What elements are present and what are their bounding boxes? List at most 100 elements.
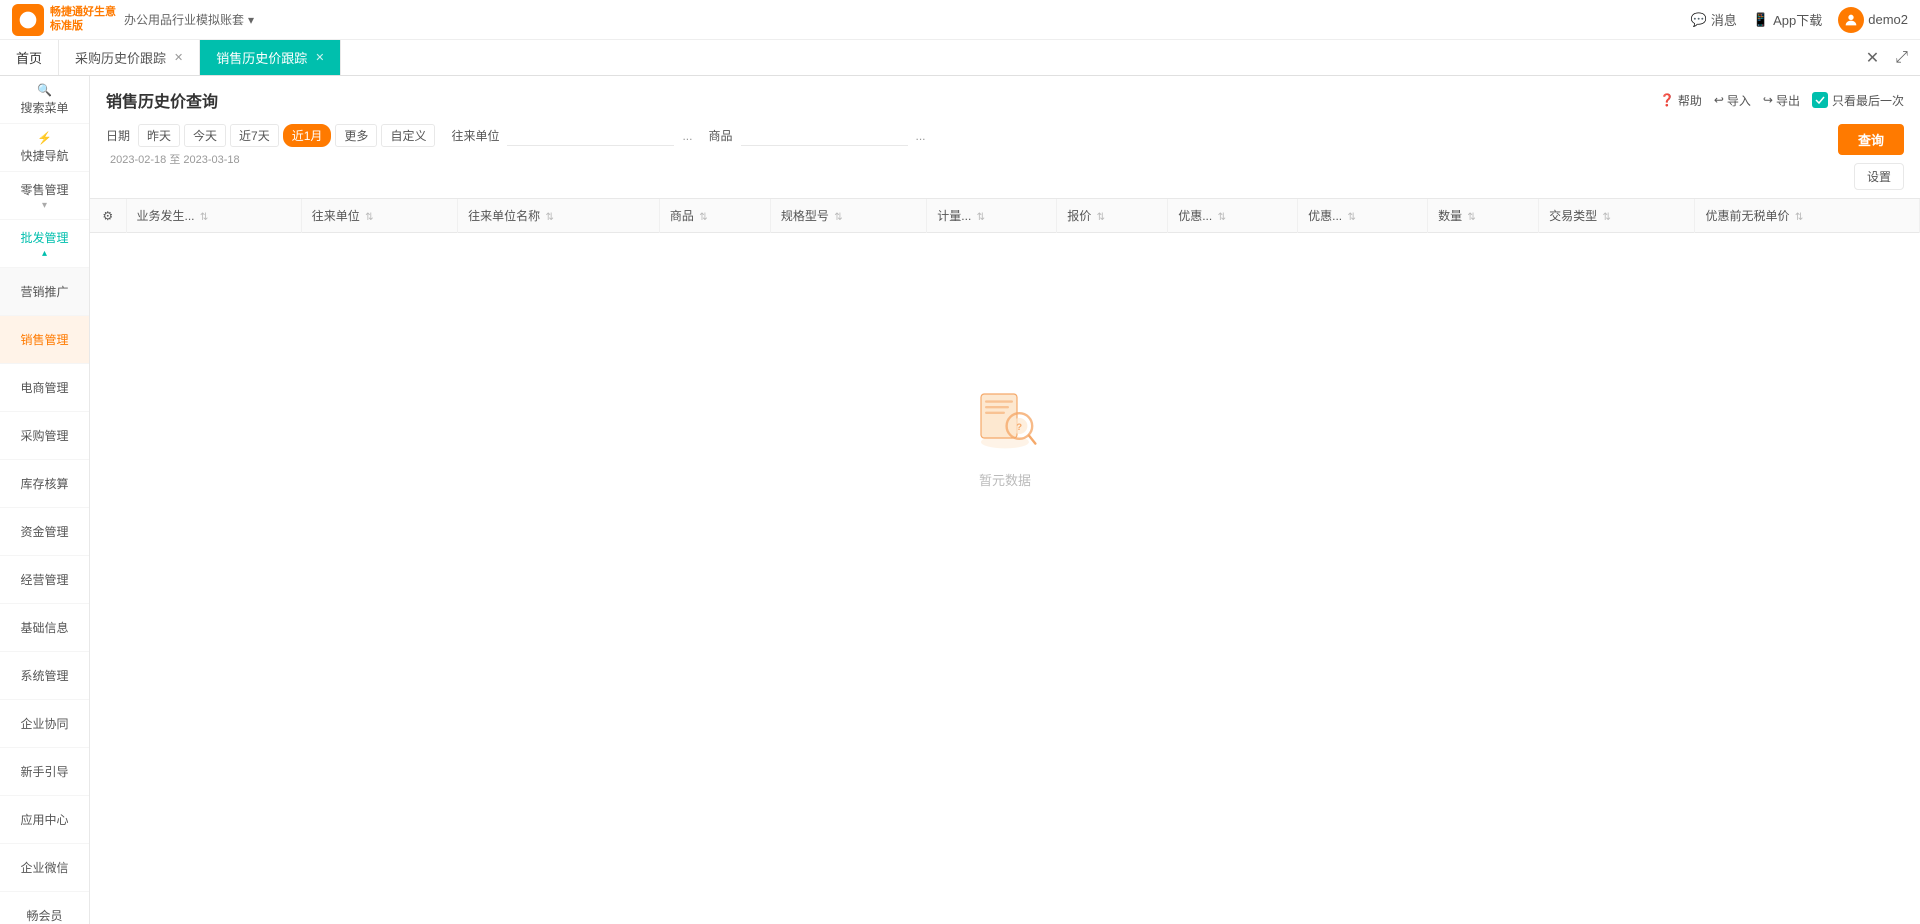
sidebar-item-wholesale-mgmt[interactable]: 批发管理 ▴ <box>0 220 89 268</box>
th-discount1-label: 优惠... <box>1178 209 1212 223</box>
th-spec-label: 规格型号 <box>781 209 829 223</box>
sidebar-item-enterprise[interactable]: 企业协同 <box>0 700 89 748</box>
tab-sales-history[interactable]: 销售历史价跟踪 ✕ <box>200 40 341 75</box>
date-range-text: 2023-02-18 至 2023-03-18 <box>110 151 240 167</box>
th-partner-name[interactable]: 往来单位名称 ⇅ <box>458 199 660 233</box>
sort-arrows-biz-date: ⇅ <box>200 212 208 223</box>
table-area: ⚙ 业务发生... ⇅ 往来单位 ⇅ 往来单位名称 ⇅ <box>90 199 1920 924</box>
sidebar-label-ecommerce: 电商管理 <box>20 379 68 396</box>
close-tab-btn[interactable]: ✕ <box>1862 44 1883 72</box>
date-btn-more[interactable]: 更多 <box>335 124 377 147</box>
help-btn[interactable]: ❓ 帮助 <box>1660 92 1702 109</box>
maximize-btn[interactable]: ⤢ <box>1891 45 1912 71</box>
date-btn-yesterday[interactable]: 昨天 <box>138 124 180 147</box>
sidebar-item-members[interactable]: 畅会员 <box>0 892 89 924</box>
sidebar-label-wholesale-mgmt: 批发管理 <box>20 229 68 246</box>
sidebar-item-basic-info[interactable]: 基础信息 <box>0 604 89 652</box>
sidebar-item-sales-mgmt[interactable]: 销售管理 <box>0 316 89 364</box>
date-btn-1month[interactable]: 近1月 <box>283 124 332 147</box>
th-goods[interactable]: 商品 ⇅ <box>659 199 770 233</box>
filter-left: 日期 昨天 今天 近7天 近1月 更多 自定义 往来单位 <box>106 124 1838 167</box>
import-btn[interactable]: ↩ 导入 <box>1714 92 1751 109</box>
sidebar-item-quick-nav[interactable]: ⚡ 快捷导航 <box>0 124 89 172</box>
sidebar-item-inventory[interactable]: 库存核算 <box>0 460 89 508</box>
date-btn-custom[interactable]: 自定义 <box>381 124 435 147</box>
app-download-btn[interactable]: 📱 App下载 <box>1753 10 1822 29</box>
logo-icon <box>12 4 44 36</box>
sidebar-item-wechat[interactable]: 企业微信 <box>0 844 89 892</box>
tab-purchase-close[interactable]: ✕ <box>174 51 183 64</box>
th-settings[interactable]: ⚙ <box>90 199 126 233</box>
goods-filter-group: 商品 ... <box>708 125 925 146</box>
sidebar-item-app-center[interactable]: 应用中心 <box>0 796 89 844</box>
empty-text: 暂元数据 <box>979 470 1031 489</box>
sidebar-item-marketing[interactable]: 营销推广 <box>0 268 89 316</box>
th-spec[interactable]: 规格型号 ⇅ <box>770 199 926 233</box>
export-icon: ↪ <box>1763 93 1773 107</box>
th-unit[interactable]: 计量... ⇅ <box>927 199 1057 233</box>
sort-arrows-unit: ⇅ <box>977 212 985 223</box>
user-menu[interactable]: demo2 <box>1838 7 1908 33</box>
sort-arrows-partner-code: ⇅ <box>365 212 373 223</box>
sidebar-label-members: 畅会员 <box>26 907 62 924</box>
tab-purchase-history[interactable]: 采购历史价跟踪 ✕ <box>59 40 200 75</box>
query-button[interactable]: 查询 <box>1838 124 1904 155</box>
th-discount2-label: 优惠... <box>1308 209 1342 223</box>
sidebar-item-purchase-mgmt[interactable]: 采购管理 <box>0 412 89 460</box>
th-goods-label: 商品 <box>670 209 694 223</box>
sidebar: 🔍 搜索菜单 ⚡ 快捷导航 零售管理 ▾ 批发管理 ▴ 营销推广 销售管理 电商… <box>0 76 90 924</box>
sidebar-item-system-mgmt[interactable]: 系统管理 <box>0 652 89 700</box>
sidebar-label-finance: 资金管理 <box>20 523 68 540</box>
date-filter-group: 日期 昨天 今天 近7天 近1月 更多 自定义 <box>106 124 435 147</box>
filter-row-2: 2023-02-18 至 2023-03-18 <box>106 151 1838 167</box>
sort-arrows-quote: ⇅ <box>1097 212 1105 223</box>
partner-input[interactable] <box>507 125 674 146</box>
settings-button[interactable]: 设置 <box>1854 163 1904 190</box>
th-biz-date[interactable]: 业务发生... ⇅ <box>126 199 301 233</box>
sidebar-label-inventory: 库存核算 <box>20 475 68 492</box>
breadcrumb: 办公用品行业模拟账套 ▾ <box>124 11 254 28</box>
only-last-checkbox[interactable]: 只看最后一次 <box>1812 92 1904 109</box>
th-pretax-price[interactable]: 优惠前无税单价 ⇅ <box>1695 199 1920 233</box>
th-quote[interactable]: 报价 ⇅ <box>1057 199 1168 233</box>
th-quantity-label: 数量 <box>1438 209 1462 223</box>
app-download-icon: 📱 <box>1753 12 1769 28</box>
sidebar-label-quick-nav: 快捷导航 <box>20 147 68 164</box>
goods-dots: ... <box>916 129 926 143</box>
date-btn-7days[interactable]: 近7天 <box>230 124 279 147</box>
th-partner-code[interactable]: 往来单位 ⇅ <box>301 199 457 233</box>
partner-filter-group: 往来单位 ... <box>451 125 692 146</box>
th-discount1[interactable]: 优惠... ⇅ <box>1168 199 1298 233</box>
sidebar-item-guide[interactable]: 新手引导 <box>0 748 89 796</box>
import-label: 导入 <box>1727 92 1751 109</box>
filter-right-btns: 查询 设置 <box>1838 124 1904 190</box>
logo-text: 畅捷通好生意 标准版 <box>50 6 116 32</box>
sidebar-item-retail-mgmt[interactable]: 零售管理 ▾ <box>0 172 89 220</box>
content-area: 销售历史价查询 ❓ 帮助 ↩ 导入 ↪ 导出 <box>90 76 1920 924</box>
data-table: ⚙ 业务发生... ⇅ 往来单位 ⇅ 往来单位名称 ⇅ <box>90 199 1920 233</box>
main-layout: 🔍 搜索菜单 ⚡ 快捷导航 零售管理 ▾ 批发管理 ▴ 营销推广 销售管理 电商… <box>0 76 1920 924</box>
goods-input[interactable] <box>741 125 908 146</box>
empty-state: ? 暂元数据 <box>90 233 1920 633</box>
sidebar-item-operations[interactable]: 经营管理 <box>0 556 89 604</box>
th-partner-name-label: 往来单位名称 <box>468 209 540 223</box>
th-trade-type[interactable]: 交易类型 ⇅ <box>1539 199 1695 233</box>
sidebar-item-ecommerce[interactable]: 电商管理 <box>0 364 89 412</box>
search-menu-icon: 🔍 <box>37 83 52 97</box>
th-discount2[interactable]: 优惠... ⇅ <box>1298 199 1428 233</box>
export-btn[interactable]: ↪ 导出 <box>1763 92 1800 109</box>
tab-sales-close[interactable]: ✕ <box>315 51 324 64</box>
date-buttons: 昨天 今天 近7天 近1月 更多 自定义 <box>138 124 435 147</box>
sidebar-label-guide: 新手引导 <box>20 763 68 780</box>
sidebar-item-finance[interactable]: 资金管理 <box>0 508 89 556</box>
date-btn-today[interactable]: 今天 <box>184 124 226 147</box>
th-biz-date-label: 业务发生... <box>137 209 195 223</box>
filter-row-1: 日期 昨天 今天 近7天 近1月 更多 自定义 往来单位 <box>106 124 1838 147</box>
message-btn[interactable]: 💬 消息 <box>1691 10 1737 29</box>
sort-arrows-goods: ⇅ <box>699 212 707 223</box>
sidebar-label-system-mgmt: 系统管理 <box>20 667 68 684</box>
sidebar-item-search-menu[interactable]: 🔍 搜索菜单 <box>0 76 89 124</box>
table-header-row: ⚙ 业务发生... ⇅ 往来单位 ⇅ 往来单位名称 ⇅ <box>90 199 1920 233</box>
th-quantity[interactable]: 数量 ⇅ <box>1428 199 1539 233</box>
tab-home[interactable]: 首页 <box>0 40 59 75</box>
